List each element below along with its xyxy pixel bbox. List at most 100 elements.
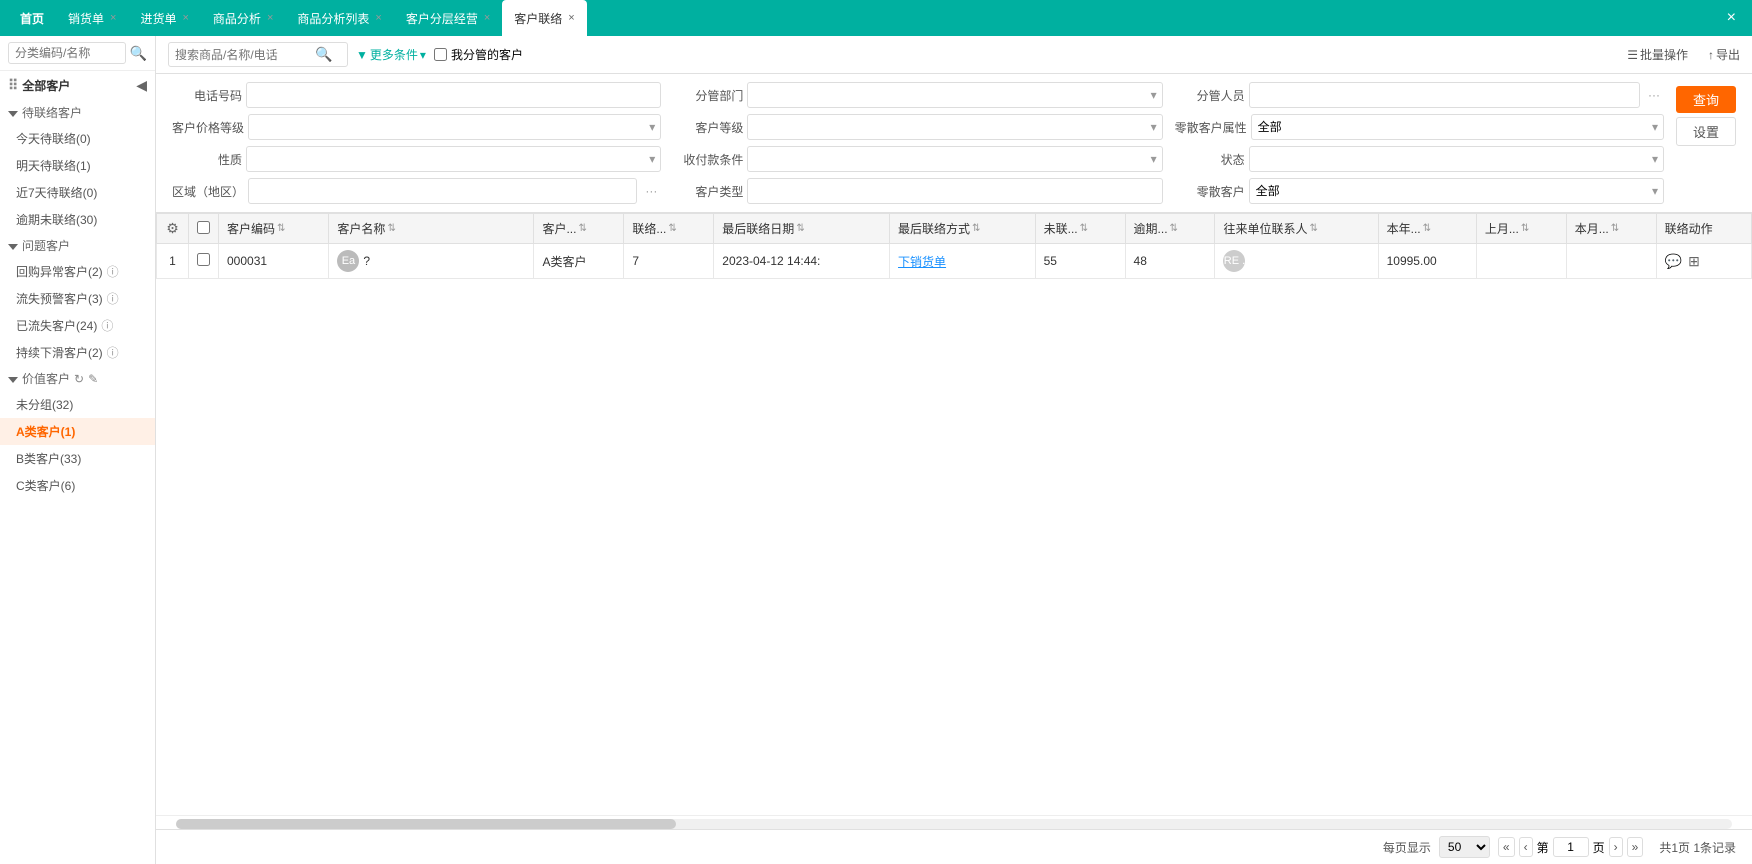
info-icon-churned[interactable]: ⓘ [101, 317, 113, 334]
last-contact-method-link[interactable]: 下销货单 [898, 255, 946, 269]
row-checkbox[interactable] [197, 253, 210, 266]
sort-icon-contact[interactable]: ⇅ [668, 223, 676, 234]
chat-icon[interactable]: 💬 [1665, 253, 1682, 270]
filter-customer-type: 客户类型 [673, 178, 1162, 204]
payment-select[interactable] [747, 146, 1162, 172]
nav-tab-sales[interactable]: 销货单 × [56, 0, 128, 36]
last-page-button[interactable]: » [1627, 837, 1644, 857]
sidebar-item-churned[interactable]: 已流失客户(24) ⓘ [0, 312, 155, 339]
prev-page-button[interactable]: ‹ [1519, 837, 1533, 857]
info-icon-declining[interactable]: ⓘ [107, 344, 119, 361]
close-customer-contact-tab[interactable]: × [568, 12, 574, 24]
sidebar-item-repurchase-abnormal[interactable]: 回购异常客户(2) ⓘ [0, 258, 155, 285]
all-customers-header: ⠿ 全部客户 ◀ [0, 71, 155, 100]
nature-select[interactable] [246, 146, 661, 172]
dept-select[interactable] [747, 82, 1162, 108]
status-select[interactable] [1249, 146, 1664, 172]
sort-icon-not-contact-days[interactable]: ⇅ [1080, 223, 1088, 234]
customer-level-select[interactable] [747, 114, 1162, 140]
sidebar-item-b-class[interactable]: B类客户(33) [0, 445, 155, 472]
top-nav: 首页 销货单 × 进货单 × 商品分析 × 商品分析列表 × 客户分层经营 × … [0, 0, 1752, 36]
sparse-customer-select[interactable]: 全部 [1249, 178, 1664, 204]
sidebar-search-input[interactable] [8, 42, 126, 64]
settings-button[interactable]: 设置 [1676, 117, 1736, 146]
nav-tab-customer-contact[interactable]: 客户联络 × [502, 0, 586, 36]
nav-tab-customer-segment[interactable]: 客户分层经营 × [394, 0, 502, 36]
export-button[interactable]: ↑ 导出 [1708, 46, 1740, 63]
region-dots-icon[interactable]: ··· [641, 184, 661, 198]
sidebar-item-today-pending[interactable]: 今天待联络(0) [0, 125, 155, 152]
sidebar-item-7day-pending[interactable]: 近7天待联络(0) [0, 179, 155, 206]
region-input[interactable] [248, 178, 637, 204]
sidebar-group-problem[interactable]: 问题客户 [0, 233, 155, 258]
row-actions: 💬 ⊞ [1656, 244, 1751, 279]
close-purchase-tab[interactable]: × [182, 12, 188, 24]
sidebar-collapse-button[interactable]: ◀ [136, 77, 147, 94]
nav-tab-goods-analysis[interactable]: 商品分析 × [201, 0, 285, 36]
my-customers-checkbox[interactable] [434, 48, 447, 61]
sort-icon-current-month[interactable]: ⇅ [1611, 223, 1619, 234]
sort-icon-last-contact-date[interactable]: ⇅ [796, 223, 804, 234]
sparse-attr-select[interactable]: 全部 [1251, 114, 1664, 140]
sort-icon-code[interactable]: ⇅ [277, 223, 285, 234]
sort-icon-contact-person[interactable]: ⇅ [1309, 223, 1317, 234]
more-filter-button[interactable]: ▼ 更多条件 ▾ [356, 46, 426, 63]
row-type: A类客户 [534, 244, 624, 279]
close-goods-analysis-list-tab[interactable]: × [375, 12, 381, 24]
customer-avatar: Ea [337, 250, 359, 272]
sidebar-search-icon[interactable]: 🔍 [130, 45, 147, 62]
nav-tab-home[interactable]: 首页 [8, 0, 56, 36]
sort-icon-last-month[interactable]: ⇅ [1521, 223, 1529, 234]
close-sales-tab[interactable]: × [110, 12, 116, 24]
sort-icon-overdue-days[interactable]: ⇅ [1170, 223, 1178, 234]
phone-label: 电话号码 [172, 87, 242, 104]
horizontal-scroll-bar[interactable] [176, 819, 1732, 829]
query-button[interactable]: 查询 [1676, 86, 1736, 113]
sidebar-item-a-class[interactable]: A类客户(1) [0, 418, 155, 445]
manager-dots-icon[interactable]: ··· [1644, 88, 1664, 102]
table-gear-icon[interactable]: ⚙ [166, 220, 179, 236]
row-contact-person: RE . [1215, 244, 1378, 279]
filter-buttons: 查询 设置 [1676, 82, 1736, 146]
refresh-icon[interactable]: ↻ [74, 372, 84, 386]
page-size-select[interactable]: 50 20 100 200 [1439, 836, 1490, 858]
customer-level-label: 客户等级 [673, 119, 743, 136]
batch-op-button[interactable]: ☰ 批量操作 [1627, 46, 1688, 63]
phone-input[interactable] [246, 82, 661, 108]
info-icon-churn-warning[interactable]: ⓘ [107, 290, 119, 307]
sidebar-group-value[interactable]: 价值客户 ↻ ✎ [0, 366, 155, 391]
customer-type-input[interactable] [747, 178, 1162, 204]
first-page-button[interactable]: « [1498, 837, 1515, 857]
region-label: 区域（地区） [172, 183, 244, 200]
window-close-button[interactable]: × [1719, 9, 1744, 27]
grid-action-icon[interactable]: ⊞ [1688, 253, 1700, 270]
filter-search-input[interactable] [175, 48, 315, 62]
sidebar-item-overdue-contact[interactable]: 逾期未联络(30) [0, 206, 155, 233]
edit-group-icon[interactable]: ✎ [88, 372, 98, 386]
sort-icon-type[interactable]: ⇅ [578, 223, 586, 234]
price-level-select[interactable] [248, 114, 661, 140]
close-goods-analysis-tab[interactable]: × [267, 12, 273, 24]
sidebar-item-tomorrow-pending[interactable]: 明天待联络(1) [0, 152, 155, 179]
filter-search-icon[interactable]: 🔍 [315, 46, 332, 63]
sort-icon-name[interactable]: ⇅ [387, 223, 395, 234]
sidebar-group-pending[interactable]: 待联络客户 [0, 100, 155, 125]
sidebar-item-no-group[interactable]: 未分组(32) [0, 391, 155, 418]
nav-tab-purchase[interactable]: 进货单 × [128, 0, 200, 36]
sort-icon-last-contact-method[interactable]: ⇅ [972, 223, 980, 234]
page-input[interactable] [1553, 837, 1589, 857]
select-all-checkbox[interactable] [197, 221, 210, 234]
th-contact-person: 往来单位联系人⇅ [1215, 214, 1378, 244]
sidebar-item-declining[interactable]: 持续下滑客户(2) ⓘ [0, 339, 155, 366]
sidebar: 🔍 ⠿ 全部客户 ◀ 待联络客户 今天待联络(0) 明天待联络(1) 近7天待联… [0, 36, 156, 864]
sidebar-item-churn-warning[interactable]: 流失预警客户(3) ⓘ [0, 285, 155, 312]
filter-payment: 收付款条件 ▾ [673, 146, 1162, 172]
next-page-button[interactable]: › [1609, 837, 1623, 857]
scroll-thumb[interactable] [176, 819, 676, 829]
nav-tab-goods-analysis-list[interactable]: 商品分析列表 × [285, 0, 393, 36]
info-icon-repurchase[interactable]: ⓘ [107, 263, 119, 280]
sort-icon-current-year[interactable]: ⇅ [1423, 223, 1431, 234]
sidebar-item-c-class[interactable]: C类客户(6) [0, 472, 155, 499]
manager-input[interactable] [1249, 82, 1640, 108]
close-customer-segment-tab[interactable]: × [484, 12, 490, 24]
